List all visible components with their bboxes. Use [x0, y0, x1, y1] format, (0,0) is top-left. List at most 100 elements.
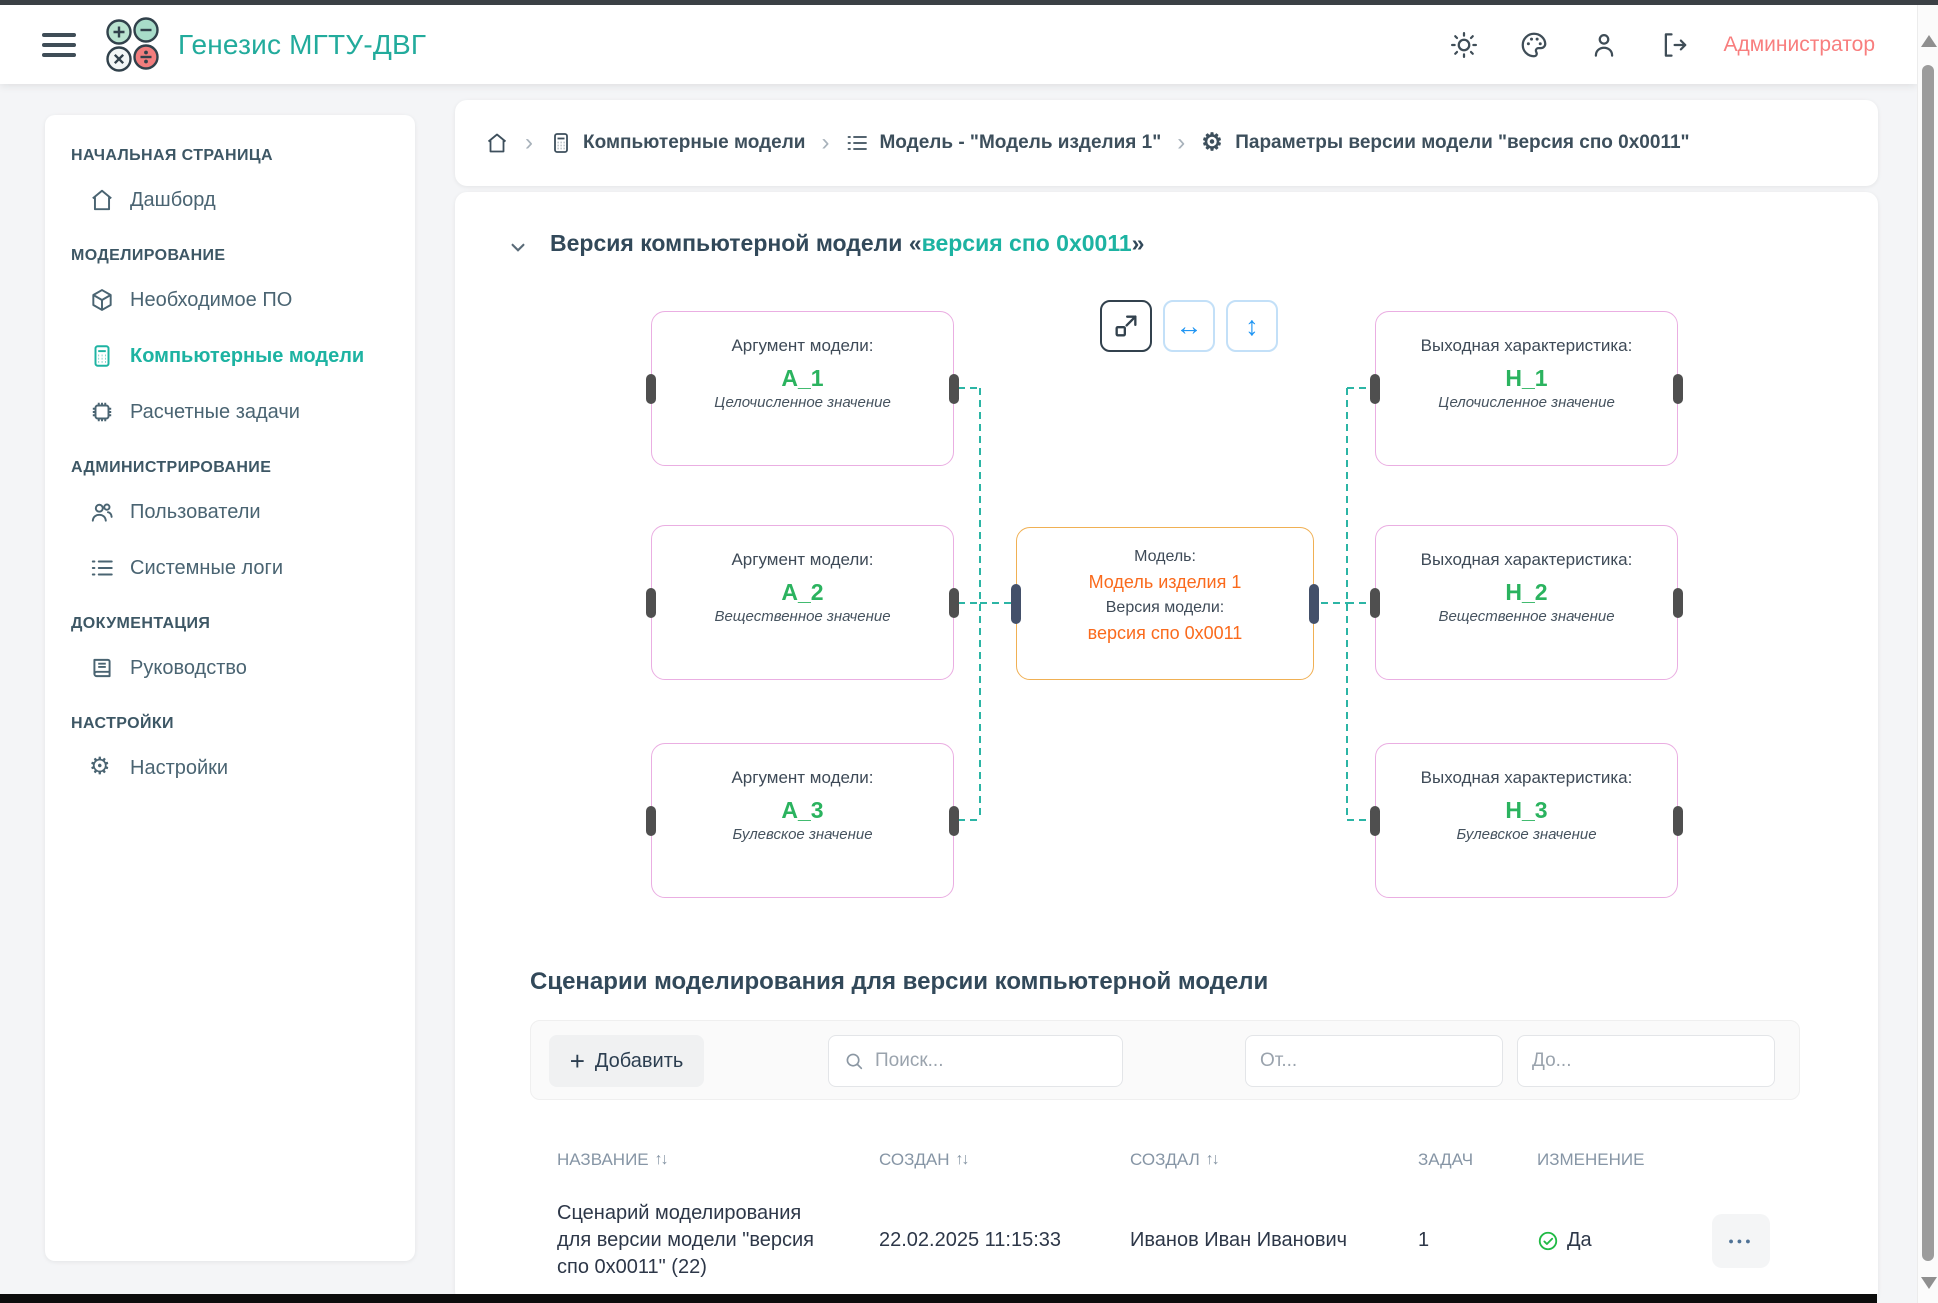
output-node-h1[interactable]: Выходная характеристика: H_1 Целочисленн… — [1370, 311, 1683, 466]
sidebar-item-dashboard[interactable]: Дашборд — [89, 177, 389, 223]
node-handle[interactable] — [646, 587, 656, 618]
scenarios-table: НАЗВАНИЕ ↑↓ СОЗДАН ↑↓ СОЗДАЛ ↑↓ ЗАДАЧ ИЗ… — [455, 1138, 1878, 1281]
user-profile-icon[interactable] — [1589, 30, 1619, 60]
node-name: H_3 — [1505, 797, 1548, 823]
home-icon — [485, 131, 509, 155]
node-handle[interactable] — [646, 373, 656, 404]
sidebar-item-users[interactable]: Пользователи — [89, 489, 389, 535]
theme-sun-icon[interactable] — [1449, 30, 1479, 60]
argument-node-a3[interactable]: Аргумент модели: A_3 Булевское значение — [646, 743, 959, 898]
chevron-right-icon: › — [821, 129, 830, 156]
calculator-icon — [89, 343, 115, 369]
list-icon — [845, 131, 869, 155]
breadcrumb-version-params[interactable]: ⚙ Параметры версии модели "версия спо 0x… — [1201, 131, 1689, 155]
node-type: Булевское значение — [732, 826, 873, 843]
list-icon — [89, 555, 115, 581]
node-handle[interactable] — [1309, 583, 1319, 624]
argument-node-a2[interactable]: Аргумент модели: A_2 Вещественное значен… — [646, 525, 959, 680]
row-actions-button[interactable]: ●●● — [1712, 1213, 1770, 1268]
column-header-label: СОЗДАН — [879, 1150, 950, 1169]
node-type: Булевское значение — [1456, 826, 1597, 843]
package-icon — [89, 287, 115, 313]
scroll-up-arrow-icon[interactable] — [1921, 35, 1937, 47]
node-handle[interactable] — [1370, 373, 1380, 404]
breadcrumb: › Компьютерные модели › Модель - "Модель… — [455, 100, 1878, 186]
sidebar-section-settings: НАСТРОЙКИ — [71, 715, 174, 732]
sidebar-section-administration: АДМИНИСТРИРОВАНИЕ — [71, 459, 272, 476]
breadcrumb-model[interactable]: Модель - "Модель изделия 1" — [845, 131, 1161, 155]
node-handle[interactable] — [1673, 587, 1683, 618]
model-name: Модель изделия 1 — [1088, 572, 1242, 592]
node-handle[interactable] — [1370, 587, 1380, 618]
scenario-created: 22.02.2025 11:15:33 — [879, 1229, 1062, 1251]
node-label: Аргумент модели: — [731, 550, 874, 569]
node-handle[interactable] — [1370, 805, 1380, 836]
column-header-tasks: ЗАДАЧ — [1418, 1150, 1537, 1170]
sidebar-item-computation-tasks[interactable]: Расчетные задачи — [89, 389, 389, 435]
vertical-scrollbar[interactable] — [1917, 5, 1938, 1303]
node-label: Аргумент модели: — [731, 768, 874, 787]
column-header-creator[interactable]: СОЗДАЛ ↑↓ — [1130, 1150, 1418, 1170]
node-label: Выходная характеристика: — [1420, 550, 1633, 569]
sidebar-item-label: Пользователи — [130, 500, 261, 523]
expand-horizontal-button[interactable]: ↔ — [1163, 300, 1215, 352]
breadcrumb-home[interactable] — [485, 131, 509, 155]
sidebar-item-label: Настройки — [130, 756, 229, 779]
scroll-down-arrow-icon[interactable] — [1921, 1277, 1937, 1289]
output-node-h3[interactable]: Выходная характеристика: H_3 Булевское з… — [1370, 743, 1683, 898]
logout-icon[interactable] — [1659, 30, 1689, 60]
column-header-created[interactable]: СОЗДАН ↑↓ — [879, 1150, 1130, 1170]
model-node[interactable]: Модель: Модель изделия 1 Версия модели: … — [1011, 527, 1319, 680]
scenarios-section-title: Сценарии моделирования для версии компью… — [530, 968, 1269, 995]
sidebar-section-documentation: ДОКУМЕНТАЦИЯ — [71, 615, 211, 632]
sidebar-item-computer-models[interactable]: Компьютерные модели — [89, 333, 389, 379]
node-type: Целочисленное значение — [1438, 394, 1615, 411]
node-label: Выходная характеристика: — [1420, 336, 1633, 355]
search-field — [828, 1035, 1123, 1087]
sidebar-item-settings[interactable]: ⚙ Настройки — [89, 745, 389, 791]
breadcrumb-computer-models[interactable]: Компьютерные модели — [549, 131, 805, 155]
output-node-h2[interactable]: Выходная характеристика: H_2 Вещественно… — [1370, 525, 1683, 680]
argument-node-a1[interactable]: Аргумент модели: A_1 Целочисленное значе… — [646, 311, 959, 466]
sort-icon: ↑↓ — [955, 1151, 970, 1168]
expand-vertical-button[interactable]: ↕ — [1226, 300, 1278, 352]
sort-icon: ↑↓ — [1205, 1151, 1220, 1168]
node-name: H_1 — [1505, 365, 1548, 391]
column-header-change: ИЗМЕНЕНИЕ — [1537, 1150, 1712, 1170]
user-role-label[interactable]: Администратор — [1723, 33, 1875, 57]
node-type: Целочисленное значение — [714, 394, 891, 411]
breadcrumb-label: Параметры версии модели "версия спо 0x00… — [1235, 132, 1690, 153]
home-icon — [89, 187, 115, 213]
date-to-field — [1517, 1035, 1775, 1087]
cpu-icon — [89, 399, 115, 425]
scenarios-filter-bar: + Добавить — [530, 1020, 1800, 1100]
date-to-input[interactable] — [1532, 1050, 1760, 1072]
node-handle[interactable] — [949, 805, 959, 836]
table-row: Сценарий моделирования для версии модели… — [455, 1200, 1878, 1281]
palette-icon[interactable] — [1519, 30, 1549, 60]
node-handle[interactable] — [1011, 583, 1021, 624]
search-input[interactable] — [875, 1050, 1108, 1072]
search-icon — [843, 1050, 865, 1072]
column-header-name[interactable]: НАЗВАНИЕ ↑↓ — [557, 1150, 879, 1170]
add-scenario-button[interactable]: + Добавить — [549, 1035, 704, 1087]
fit-view-button[interactable] — [1100, 300, 1152, 352]
scrollbar-thumb[interactable] — [1922, 65, 1934, 1261]
node-handle[interactable] — [646, 805, 656, 836]
sidebar-item-system-logs[interactable]: Системные логи — [89, 545, 389, 591]
node-handle[interactable] — [949, 587, 959, 618]
node-handle[interactable] — [949, 373, 959, 404]
node-handle[interactable] — [1673, 373, 1683, 404]
book-icon — [89, 655, 115, 681]
column-header-label: НАЗВАНИЕ — [557, 1150, 649, 1169]
model-version: версия спо 0x0011 — [1087, 623, 1243, 643]
date-from-input[interactable] — [1260, 1050, 1488, 1072]
sidebar-item-manual[interactable]: Руководство — [89, 645, 389, 691]
node-handle[interactable] — [1673, 805, 1683, 836]
column-header-label: ИЗМЕНЕНИЕ — [1537, 1150, 1645, 1169]
scenario-tasks-count: 1 — [1418, 1229, 1430, 1251]
change-status-label: Да — [1567, 1229, 1592, 1251]
sidebar-item-required-software[interactable]: Необходимое ПО — [89, 277, 389, 323]
menu-toggle-icon[interactable] — [42, 32, 76, 57]
table-header-row: НАЗВАНИЕ ↑↓ СОЗДАН ↑↓ СОЗДАЛ ↑↓ ЗАДАЧ ИЗ… — [455, 1138, 1878, 1182]
